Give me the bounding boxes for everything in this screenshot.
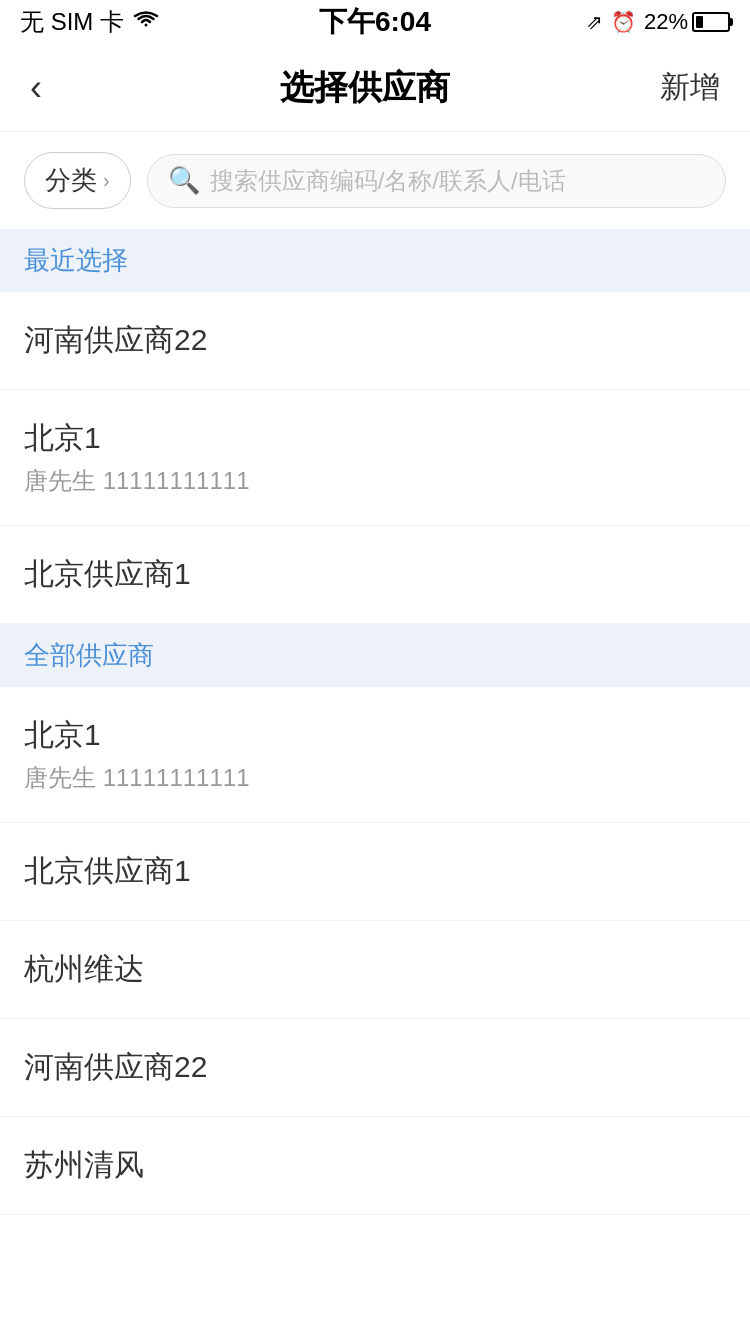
item-name: 杭州维达: [24, 949, 726, 990]
battery-pct-text: 22%: [644, 9, 688, 35]
battery-box: [692, 12, 730, 32]
item-name: 北京供应商1: [24, 851, 726, 892]
battery-fill: [696, 16, 703, 28]
search-box[interactable]: 🔍 搜索供应商编码/名称/联系人/电话: [147, 154, 726, 208]
item-name: 苏州清风: [24, 1145, 726, 1186]
list-item[interactable]: 苏州清风: [0, 1117, 750, 1215]
nav-bar: ‹ 选择供应商 新增: [0, 44, 750, 132]
list-item[interactable]: 杭州维达: [0, 921, 750, 1019]
item-name: 河南供应商22: [24, 1047, 726, 1088]
battery-indicator: 22%: [644, 9, 730, 35]
status-left: 无 SIM 卡: [20, 6, 160, 38]
all-section-title: 全部供应商: [24, 640, 154, 670]
no-sim-text: 无 SIM 卡: [20, 6, 124, 38]
status-time: 下午6:04: [319, 3, 431, 41]
all-items-list: 北京1 唐先生 11111111111 北京供应商1 杭州维达河南供应商22 苏州清风: [0, 687, 750, 1215]
item-name: 北京1: [24, 715, 726, 756]
list-item[interactable]: 北京供应商1: [0, 823, 750, 921]
recent-items-list: 河南供应商22 北京1 唐先生 11111111111 北京供应商1: [0, 292, 750, 624]
list-item[interactable]: 北京供应商1: [0, 526, 750, 624]
alarm-icon: ⏰: [611, 10, 636, 34]
list-item[interactable]: 北京1 唐先生 11111111111: [0, 687, 750, 823]
list-item[interactable]: 北京1 唐先生 11111111111: [0, 390, 750, 526]
location-icon: ⇗: [586, 10, 603, 34]
filter-bar: 分类 › 🔍 搜索供应商编码/名称/联系人/电话: [0, 132, 750, 229]
wifi-icon: [132, 8, 160, 36]
list-item[interactable]: 河南供应商22: [0, 292, 750, 390]
item-name: 北京供应商1: [24, 554, 726, 595]
add-button[interactable]: 新增: [640, 67, 720, 108]
recent-section-header: 最近选择: [0, 229, 750, 292]
item-sub: 唐先生 11111111111: [24, 465, 726, 497]
status-right: ⇗ ⏰ 22%: [586, 9, 730, 35]
item-name: 北京1: [24, 418, 726, 459]
back-button[interactable]: ‹: [30, 67, 90, 109]
list-item[interactable]: 河南供应商22: [0, 1019, 750, 1117]
recent-section-title: 最近选择: [24, 245, 128, 275]
chevron-right-icon: ›: [103, 169, 110, 192]
category-button[interactable]: 分类 ›: [24, 152, 131, 209]
search-placeholder: 搜索供应商编码/名称/联系人/电话: [210, 165, 566, 197]
search-icon: 🔍: [168, 165, 200, 196]
all-section-header: 全部供应商: [0, 624, 750, 687]
item-name: 河南供应商22: [24, 320, 726, 361]
status-bar: 无 SIM 卡 下午6:04 ⇗ ⏰ 22%: [0, 0, 750, 44]
item-sub: 唐先生 11111111111: [24, 762, 726, 794]
page-title: 选择供应商: [280, 65, 450, 111]
category-label: 分类: [45, 163, 97, 198]
